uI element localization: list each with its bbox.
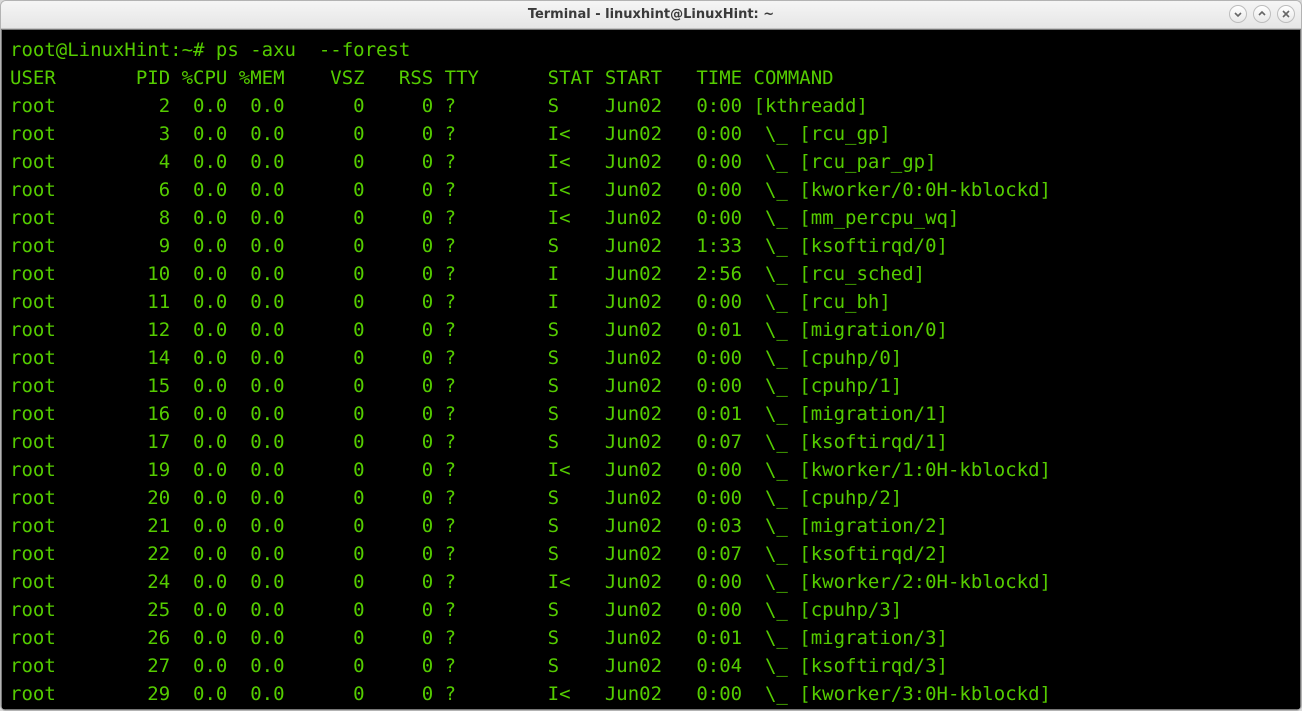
close-button[interactable] <box>1277 5 1295 23</box>
process-row: root 9 0.0 0.0 0 0 ? S Jun02 1:33 \_ [ks… <box>10 232 1292 260</box>
window-controls <box>1229 5 1295 23</box>
process-row: root 21 0.0 0.0 0 0 ? S Jun02 0:03 \_ [m… <box>10 512 1292 540</box>
process-row: root 8 0.0 0.0 0 0 ? I< Jun02 0:00 \_ [m… <box>10 204 1292 232</box>
maximize-button[interactable] <box>1253 5 1271 23</box>
titlebar[interactable]: Terminal - linuxhint@LinuxHint: ~ <box>1 1 1301 29</box>
process-row: root 12 0.0 0.0 0 0 ? S Jun02 0:01 \_ [m… <box>10 316 1292 344</box>
process-row: root 17 0.0 0.0 0 0 ? S Jun02 0:07 \_ [k… <box>10 428 1292 456</box>
process-row: root 2 0.0 0.0 0 0 ? S Jun02 0:00 [kthre… <box>10 92 1292 120</box>
process-row: root 22 0.0 0.0 0 0 ? S Jun02 0:07 \_ [k… <box>10 540 1292 568</box>
process-row: root 4 0.0 0.0 0 0 ? I< Jun02 0:00 \_ [r… <box>10 148 1292 176</box>
process-row: root 20 0.0 0.0 0 0 ? S Jun02 0:00 \_ [c… <box>10 484 1292 512</box>
ps-header: USER PID %CPU %MEM VSZ RSS TTY STAT STAR… <box>10 64 1292 92</box>
minimize-button[interactable] <box>1229 5 1247 23</box>
window-title: Terminal - linuxhint@LinuxHint: ~ <box>528 7 774 22</box>
close-icon <box>1281 9 1291 19</box>
process-row: root 25 0.0 0.0 0 0 ? S Jun02 0:00 \_ [c… <box>10 596 1292 624</box>
process-row: root 24 0.0 0.0 0 0 ? I< Jun02 0:00 \_ [… <box>10 568 1292 596</box>
process-row: root 14 0.0 0.0 0 0 ? S Jun02 0:00 \_ [c… <box>10 344 1292 372</box>
prompt-line: root@LinuxHint:~# ps -axu --forest <box>10 36 1292 64</box>
process-row: root 15 0.0 0.0 0 0 ? S Jun02 0:00 \_ [c… <box>10 372 1292 400</box>
process-row: root 26 0.0 0.0 0 0 ? S Jun02 0:01 \_ [m… <box>10 624 1292 652</box>
minimize-icon <box>1233 9 1243 19</box>
process-rows: root 2 0.0 0.0 0 0 ? S Jun02 0:00 [kthre… <box>10 92 1292 708</box>
process-row: root 16 0.0 0.0 0 0 ? S Jun02 0:01 \_ [m… <box>10 400 1292 428</box>
process-row: root 6 0.0 0.0 0 0 ? I< Jun02 0:00 \_ [k… <box>10 176 1292 204</box>
process-row: root 29 0.0 0.0 0 0 ? I< Jun02 0:00 \_ [… <box>10 680 1292 708</box>
process-row: root 27 0.0 0.0 0 0 ? S Jun02 0:04 \_ [k… <box>10 652 1292 680</box>
process-row: root 11 0.0 0.0 0 0 ? I Jun02 0:00 \_ [r… <box>10 288 1292 316</box>
terminal-window: Terminal - linuxhint@LinuxHint: ~ root@L… <box>0 0 1302 711</box>
process-row: root 10 0.0 0.0 0 0 ? I Jun02 2:56 \_ [r… <box>10 260 1292 288</box>
process-row: root 19 0.0 0.0 0 0 ? I< Jun02 0:00 \_ [… <box>10 456 1292 484</box>
maximize-icon <box>1257 9 1267 19</box>
process-row: root 3 0.0 0.0 0 0 ? I< Jun02 0:00 \_ [r… <box>10 120 1292 148</box>
terminal-viewport[interactable]: root@LinuxHint:~# ps -axu --forest USER … <box>1 29 1301 710</box>
